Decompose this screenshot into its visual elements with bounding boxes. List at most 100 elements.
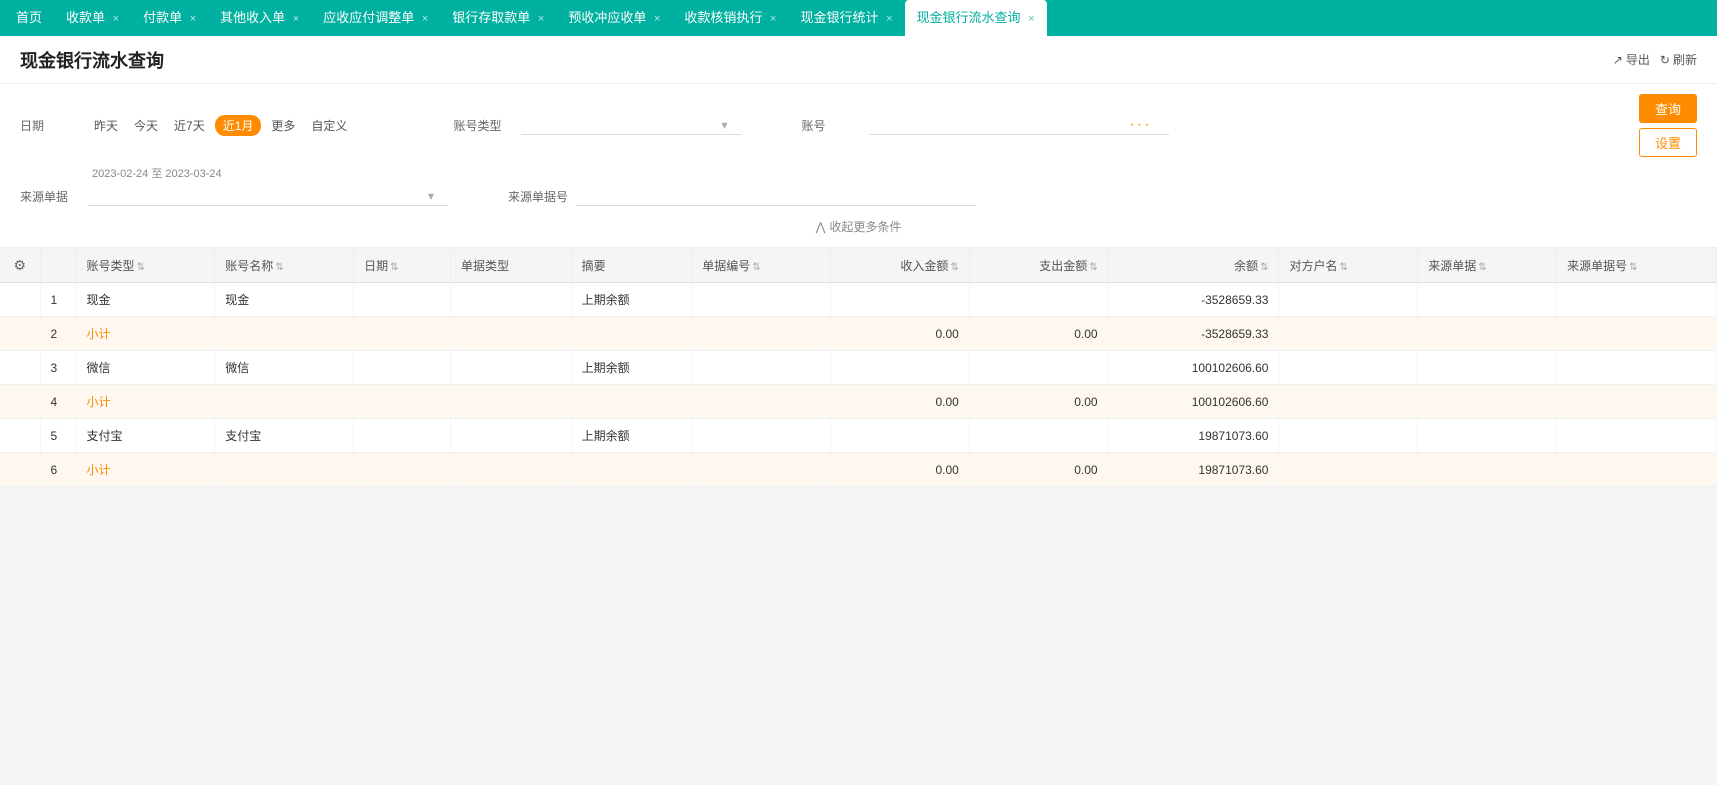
col-counterparty[interactable]: 对方户名⇅ (1279, 249, 1418, 283)
row-doc-no (692, 453, 831, 487)
row-expense: 0.00 (969, 317, 1108, 351)
col-source-doc-no[interactable]: 来源单据号⇅ (1557, 249, 1717, 283)
row-source-doc-no (1557, 419, 1717, 453)
collapse-bar[interactable]: ⋀ 收起更多条件 (20, 214, 1697, 239)
row-balance: -3528659.33 (1108, 283, 1279, 317)
row-checkbox (0, 317, 40, 351)
row-doc-type (450, 283, 571, 317)
refresh-icon: ↻ (1660, 53, 1670, 67)
row-income (831, 419, 970, 453)
nav-cash-stat[interactable]: 现金银行统计 × (788, 0, 904, 36)
nav-receipt[interactable]: 收款单 × (54, 0, 131, 36)
refresh-button[interactable]: ↻ 刷新 (1660, 51, 1697, 68)
col-account-type[interactable]: 账号类型⇅ (76, 249, 215, 283)
date-btn-1month[interactable]: 近1月 (215, 115, 262, 136)
row-source-doc (1418, 453, 1557, 487)
table-row: 2小计0.000.00-3528659.33 (0, 317, 1717, 351)
row-account-type: 小计 (76, 453, 215, 487)
col-index (40, 249, 76, 283)
row-source-doc (1418, 283, 1557, 317)
row-source-doc-no (1557, 317, 1717, 351)
row-balance: 100102606.60 (1108, 385, 1279, 419)
table-row: 1现金现金上期余额-3528659.33 (0, 283, 1717, 317)
row-counterparty (1279, 351, 1418, 385)
col-expense[interactable]: 支出金额⇅ (969, 249, 1108, 283)
close-icon[interactable]: × (113, 13, 119, 25)
collapse-label: 收起更多条件 (829, 218, 901, 235)
row-doc-type (450, 351, 571, 385)
row-checkbox (0, 351, 40, 385)
row-date (354, 283, 451, 317)
date-btn-more[interactable]: 更多 (265, 115, 301, 136)
row-account-type: 现金 (76, 283, 215, 317)
source-doc-input[interactable] (88, 187, 428, 205)
date-btn-today[interactable]: 今天 (128, 115, 164, 136)
row-checkbox (0, 283, 40, 317)
source-doc-no-input[interactable] (576, 187, 956, 205)
close-icon[interactable]: × (422, 13, 428, 25)
nav-cash-flow[interactable]: 现金银行流水查询 × (905, 0, 1047, 36)
close-icon[interactable]: × (293, 13, 299, 25)
date-btn-7days[interactable]: 近7天 (168, 115, 211, 136)
close-icon[interactable]: × (654, 13, 660, 25)
row-source-doc-no (1557, 453, 1717, 487)
nav-bank-deposit[interactable]: 银行存取款单 × (440, 0, 556, 36)
source-doc-dropdown-icon[interactable]: ▾ (428, 189, 434, 203)
row-index: 1 (40, 283, 76, 317)
row-counterparty (1279, 283, 1418, 317)
col-account-name[interactable]: 账号名称⇅ (215, 249, 354, 283)
nav-arpad[interactable]: 应收应付调整单 × (311, 0, 440, 36)
col-date[interactable]: 日期⇅ (354, 249, 451, 283)
col-balance[interactable]: 余额⇅ (1108, 249, 1279, 283)
col-income[interactable]: 收入金额⇅ (831, 249, 970, 283)
account-input[interactable] (869, 116, 1129, 134)
close-icon[interactable]: × (190, 13, 196, 25)
close-icon[interactable]: × (1028, 13, 1034, 25)
row-index: 4 (40, 385, 76, 419)
row-doc-no (692, 351, 831, 385)
nav-home[interactable]: 首页 (4, 0, 54, 36)
account-type-input[interactable] (521, 116, 721, 134)
row-income: 0.00 (831, 317, 970, 351)
close-icon[interactable]: × (538, 13, 544, 25)
row-account-name: 微信 (215, 351, 354, 385)
account-type-dropdown-icon[interactable]: ▾ (721, 118, 727, 132)
date-btn-yesterday[interactable]: 昨天 (88, 115, 124, 136)
close-icon[interactable]: × (770, 13, 776, 25)
page-header: 现金银行流水查询 ↗ 导出 ↻ 刷新 (0, 36, 1717, 84)
row-account-name (215, 453, 354, 487)
col-doc-no[interactable]: 单据编号⇅ (692, 249, 831, 283)
row-checkbox (0, 419, 40, 453)
date-btn-custom[interactable]: 自定义 (305, 115, 353, 136)
row-account-type: 小计 (76, 385, 215, 419)
nav-verify[interactable]: 收款核销执行 × (672, 0, 788, 36)
col-gear[interactable]: ⚙ (0, 249, 40, 283)
query-button[interactable]: 查询 (1639, 94, 1697, 123)
row-date (354, 317, 451, 351)
table-row: 4小计0.000.00100102606.60 (0, 385, 1717, 419)
row-source-doc (1418, 419, 1557, 453)
row-counterparty (1279, 317, 1418, 351)
top-nav: 首页 收款单 × 付款单 × 其他收入单 × 应收应付调整单 × 银行存取款单 … (0, 0, 1717, 36)
row-account-type: 微信 (76, 351, 215, 385)
table-body: 1现金现金上期余额-3528659.332小计0.000.00-3528659.… (0, 283, 1717, 487)
nav-prepay[interactable]: 预收冲应收单 × (556, 0, 672, 36)
col-source-doc[interactable]: 来源单据⇅ (1418, 249, 1557, 283)
row-source-doc (1418, 317, 1557, 351)
close-icon[interactable]: × (886, 13, 892, 25)
row-income: 0.00 (831, 453, 970, 487)
nav-payment[interactable]: 付款单 × (131, 0, 208, 36)
account-type-label: 账号类型 (453, 117, 513, 134)
row-balance: 100102606.60 (1108, 351, 1279, 385)
export-button[interactable]: ↗ 导出 (1613, 51, 1650, 68)
nav-other-income[interactable]: 其他收入单 × (208, 0, 311, 36)
row-balance: 19871073.60 (1108, 453, 1279, 487)
account-ellipsis-button[interactable]: ··· (1129, 116, 1151, 134)
data-table: ⚙ 账号类型⇅ 账号名称⇅ 日期⇅ 单据类型 摘要 单据编号⇅ 收入金额⇅ 支出… (0, 249, 1717, 487)
row-expense (969, 351, 1108, 385)
date-range: 2023-02-24 至 2023-03-24 (92, 168, 222, 180)
setting-button[interactable]: 设置 (1639, 128, 1697, 157)
row-income: 0.00 (831, 385, 970, 419)
row-counterparty (1279, 385, 1418, 419)
row-source-doc (1418, 385, 1557, 419)
